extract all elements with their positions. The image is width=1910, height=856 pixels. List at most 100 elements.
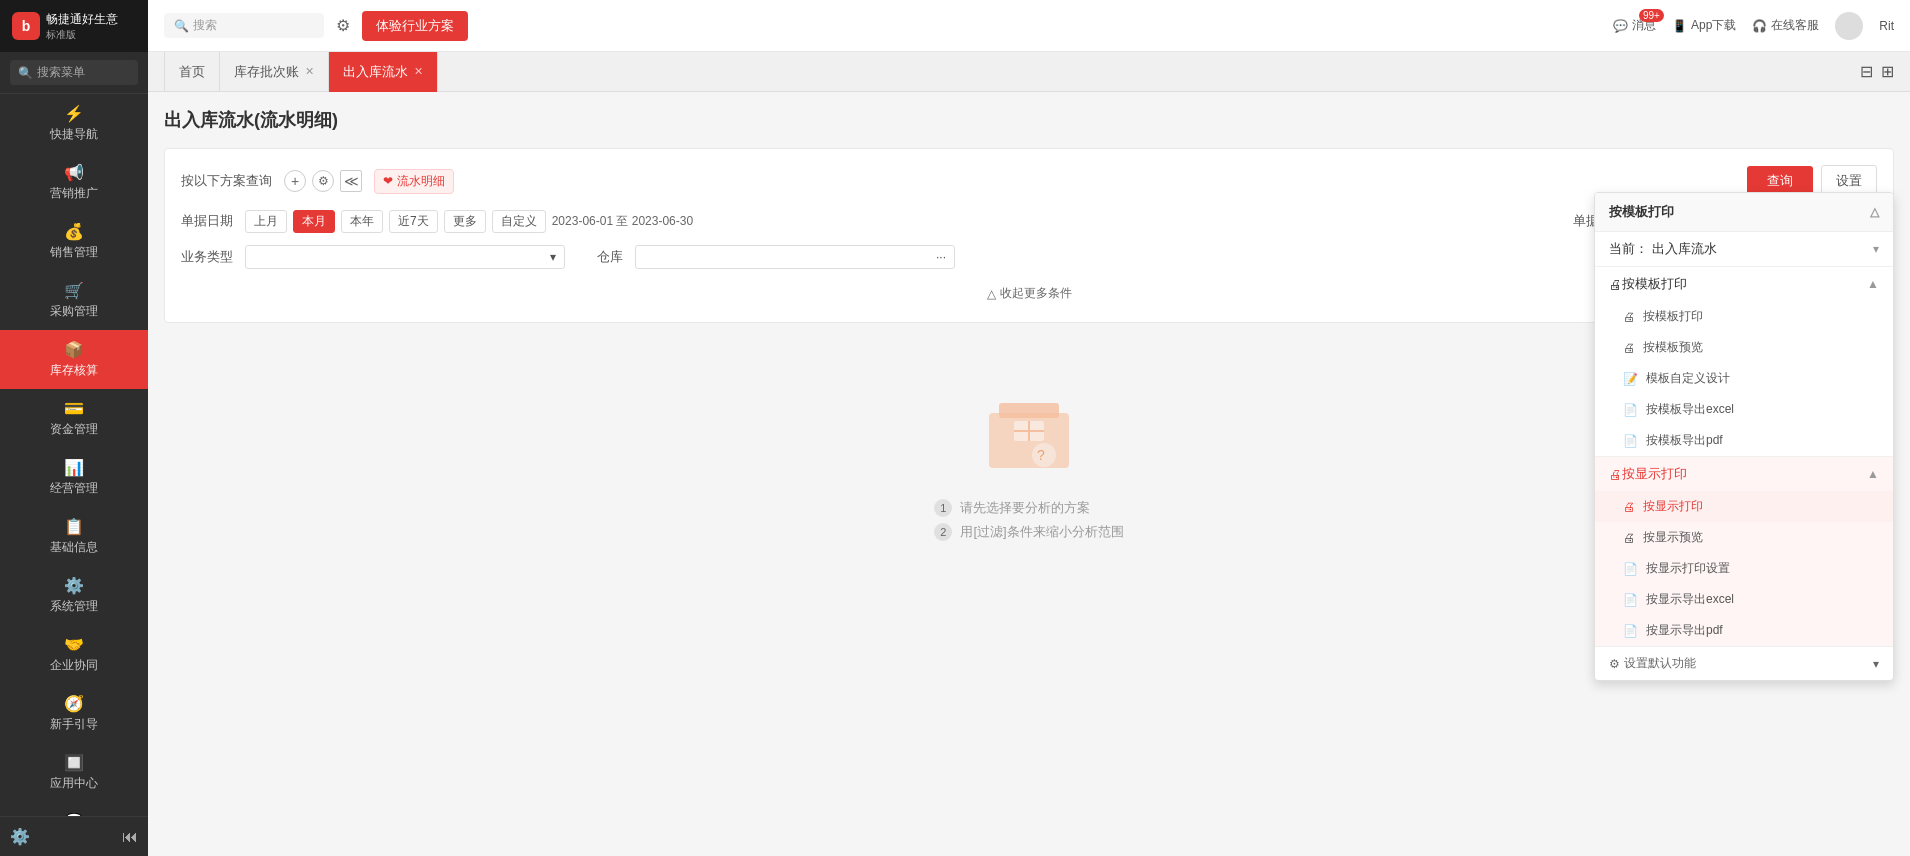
phone-icon: 📱 bbox=[1672, 19, 1687, 33]
username-label[interactable]: Rit bbox=[1879, 19, 1894, 33]
dropdown-template-pdf[interactable]: 📄 按模板导出pdf bbox=[1595, 425, 1893, 456]
date-btn-last-7days[interactable]: 近7天 bbox=[389, 210, 438, 233]
warehouse-label: 仓库 bbox=[597, 248, 623, 266]
sidebar-item-purchase[interactable]: 🛒 采购管理 bbox=[0, 271, 148, 330]
warehouse-more-icon[interactable]: ··· bbox=[936, 250, 946, 264]
tab-flow[interactable]: 出入库流水 ✕ bbox=[329, 52, 438, 92]
page-title: 出入库流水(流水明细) bbox=[164, 108, 1894, 132]
dropdown-chevron-up[interactable]: △ bbox=[1870, 205, 1879, 219]
empty-steps: 1 请先选择要分析的方案 2 用[过滤]条件来缩小分析范围 bbox=[934, 499, 1123, 541]
sidebar-item-inventory[interactable]: 📦 库存核算 bbox=[0, 330, 148, 389]
sidebar-item-wechat[interactable]: 💬 企业微信 bbox=[0, 802, 148, 816]
sidebar-item-finance[interactable]: 💳 资金管理 bbox=[0, 389, 148, 448]
app-download-action[interactable]: 📱 App下载 bbox=[1672, 17, 1736, 34]
settings-gear-icon[interactable]: ⚙️ bbox=[10, 827, 30, 846]
date-btn-this-month[interactable]: 本月 bbox=[293, 210, 335, 233]
template-section-header[interactable]: 🖨 按模板打印 ▲ bbox=[1595, 267, 1893, 301]
dropdown-template-excel[interactable]: 📄 按模板导出excel bbox=[1595, 394, 1893, 425]
date-btn-last-month[interactable]: 上月 bbox=[245, 210, 287, 233]
display-settings-icon: 📄 bbox=[1623, 562, 1638, 576]
tab-batch-close[interactable]: ✕ bbox=[305, 65, 314, 78]
sidebar-item-sales[interactable]: 💰 销售管理 bbox=[0, 212, 148, 271]
sidebar-search-trigger[interactable]: 🔍 搜索菜单 bbox=[10, 60, 138, 85]
dropdown-header: 按模板打印 △ bbox=[1595, 193, 1893, 232]
dropdown-display-print[interactable]: 🖨 按显示打印 bbox=[1595, 491, 1893, 522]
display-print-icon: 🖨 bbox=[1623, 500, 1635, 514]
sidebar-search-area[interactable]: 🔍 搜索菜单 bbox=[0, 52, 148, 94]
message-action[interactable]: 💬 消息 99+ bbox=[1613, 17, 1656, 34]
dropdown-current-header[interactable]: 当前： 出入库流水 ▾ bbox=[1595, 232, 1893, 266]
sidebar-item-guide[interactable]: 🧭 新手引导 bbox=[0, 684, 148, 743]
warehouse-select[interactable]: ··· bbox=[635, 245, 955, 269]
sidebar-toggle-icon[interactable]: ⏮ bbox=[122, 828, 138, 846]
topbar: 🔍 搜索 ⚙ 体验行业方案 💬 消息 99+ 📱 App下载 🎧 在线客服 Ri… bbox=[148, 0, 1910, 52]
dropdown-title: 按模板打印 bbox=[1609, 203, 1674, 221]
sidebar-item-enterprise[interactable]: 🤝 企业协同 bbox=[0, 625, 148, 684]
message-icon: 💬 bbox=[1613, 19, 1628, 33]
sidebar-item-system[interactable]: ⚙️ 系统管理 bbox=[0, 566, 148, 625]
guide-icon: 🧭 bbox=[64, 694, 84, 713]
tab-batch[interactable]: 库存批次账 ✕ bbox=[220, 52, 329, 92]
sidebar: b 畅捷通好生意 标准版 🔍 搜索菜单 ⚡ 快捷导航 📢 营销推广 💰 销售管理… bbox=[0, 0, 148, 856]
display-section-header[interactable]: 🖨 按显示打印 ▲ bbox=[1595, 457, 1893, 491]
filter-settings-btn[interactable]: ⚙ bbox=[312, 170, 334, 192]
sidebar-item-app-center[interactable]: 🔲 应用中心 bbox=[0, 743, 148, 802]
tab-maximize-icon[interactable]: ⊞ bbox=[1881, 62, 1894, 81]
quick-nav-icon: ⚡ bbox=[64, 104, 84, 123]
sidebar-item-basic[interactable]: 📋 基础信息 bbox=[0, 507, 148, 566]
filter-label: 按以下方案查询 bbox=[181, 172, 272, 190]
template-section-expand: ▲ bbox=[1867, 277, 1879, 291]
tab-home[interactable]: 首页 bbox=[164, 52, 220, 92]
finance-icon: 💳 bbox=[64, 399, 84, 418]
date-range-display: 2023-06-01 至 2023-06-30 bbox=[552, 213, 693, 230]
tab-minimize-icon[interactable]: ⊟ bbox=[1860, 62, 1873, 81]
dropdown-template-custom[interactable]: 📝 模板自定义设计 bbox=[1595, 363, 1893, 394]
current-prefix: 当前： bbox=[1609, 241, 1648, 256]
biz-type-select[interactable]: ▾ bbox=[245, 245, 565, 269]
sidebar-item-quick-nav[interactable]: ⚡ 快捷导航 bbox=[0, 94, 148, 153]
app-center-icon: 🔲 bbox=[64, 753, 84, 772]
current-value: 出入库流水 bbox=[1652, 241, 1717, 256]
dropdown-template-section: 🖨 按模板打印 ▲ 🖨 按模板打印 🖨 按模板预览 📝 模板自定义设计 bbox=[1595, 267, 1893, 457]
operations-icon: 📊 bbox=[64, 458, 84, 477]
template-preview-icon: 🖨 bbox=[1623, 341, 1635, 355]
display-section-expand: ▲ bbox=[1867, 467, 1879, 481]
dropdown-template-preview[interactable]: 🖨 按模板预览 bbox=[1595, 332, 1893, 363]
biz-type-dropdown-icon: ▾ bbox=[550, 250, 556, 264]
system-icon: ⚙️ bbox=[64, 576, 84, 595]
topbar-search[interactable]: 🔍 搜索 bbox=[164, 13, 324, 38]
display-preview-icon: 🖨 bbox=[1623, 531, 1635, 545]
dropdown-display-section: 🖨 按显示打印 ▲ 🖨 按显示打印 🖨 按显示预览 📄 按显示打印设置 bbox=[1595, 457, 1893, 647]
dropdown-display-excel[interactable]: 📄 按显示导出excel bbox=[1595, 584, 1893, 615]
date-btn-more[interactable]: 更多 bbox=[444, 210, 486, 233]
filter-add-btn[interactable]: + bbox=[284, 170, 306, 192]
filter-action-buttons: + ⚙ ≪ bbox=[284, 170, 362, 192]
step-num-2: 2 bbox=[934, 523, 952, 541]
user-avatar[interactable] bbox=[1835, 12, 1863, 40]
date-btn-this-year[interactable]: 本年 bbox=[341, 210, 383, 233]
step-num-1: 1 bbox=[934, 499, 952, 517]
sidebar-item-marketing[interactable]: 📢 营销推广 bbox=[0, 153, 148, 212]
tab-flow-close[interactable]: ✕ bbox=[414, 65, 423, 78]
dropdown-footer-default[interactable]: ⚙ 设置默认功能 ▾ bbox=[1595, 647, 1893, 680]
dropdown-current-section: 当前： 出入库流水 ▾ bbox=[1595, 232, 1893, 267]
filter-collapse-btn[interactable]: ≪ bbox=[340, 170, 362, 192]
dropdown-display-pdf[interactable]: 📄 按显示导出pdf bbox=[1595, 615, 1893, 646]
dropdown-template-print[interactable]: 🖨 按模板打印 bbox=[1595, 301, 1893, 332]
svg-text:?: ? bbox=[1037, 447, 1045, 463]
search-icon: 🔍 bbox=[18, 66, 33, 80]
purchase-icon: 🛒 bbox=[64, 281, 84, 300]
date-filter: 上月 本月 本年 近7天 更多 自定义 2023-06-01 至 2023-06… bbox=[245, 210, 1541, 233]
dropdown-display-preview[interactable]: 🖨 按显示预览 bbox=[1595, 522, 1893, 553]
sales-icon: 💰 bbox=[64, 222, 84, 241]
dropdown-display-settings[interactable]: 📄 按显示打印设置 bbox=[1595, 553, 1893, 584]
trial-btn[interactable]: 体验行业方案 bbox=[362, 11, 468, 41]
sidebar-item-operations[interactable]: 📊 经营管理 bbox=[0, 448, 148, 507]
date-btn-custom[interactable]: 自定义 bbox=[492, 210, 546, 233]
date-filter-label: 单据日期 bbox=[181, 212, 233, 230]
empty-step-1: 1 请先选择要分析的方案 bbox=[934, 499, 1123, 517]
online-service-action[interactable]: 🎧 在线客服 bbox=[1752, 17, 1819, 34]
dropdown-header-actions: △ bbox=[1870, 205, 1879, 219]
sidebar-nav: ⚡ 快捷导航 📢 营销推广 💰 销售管理 🛒 采购管理 📦 库存核算 💳 资金管… bbox=[0, 94, 148, 816]
topbar-gear-icon[interactable]: ⚙ bbox=[336, 16, 350, 35]
